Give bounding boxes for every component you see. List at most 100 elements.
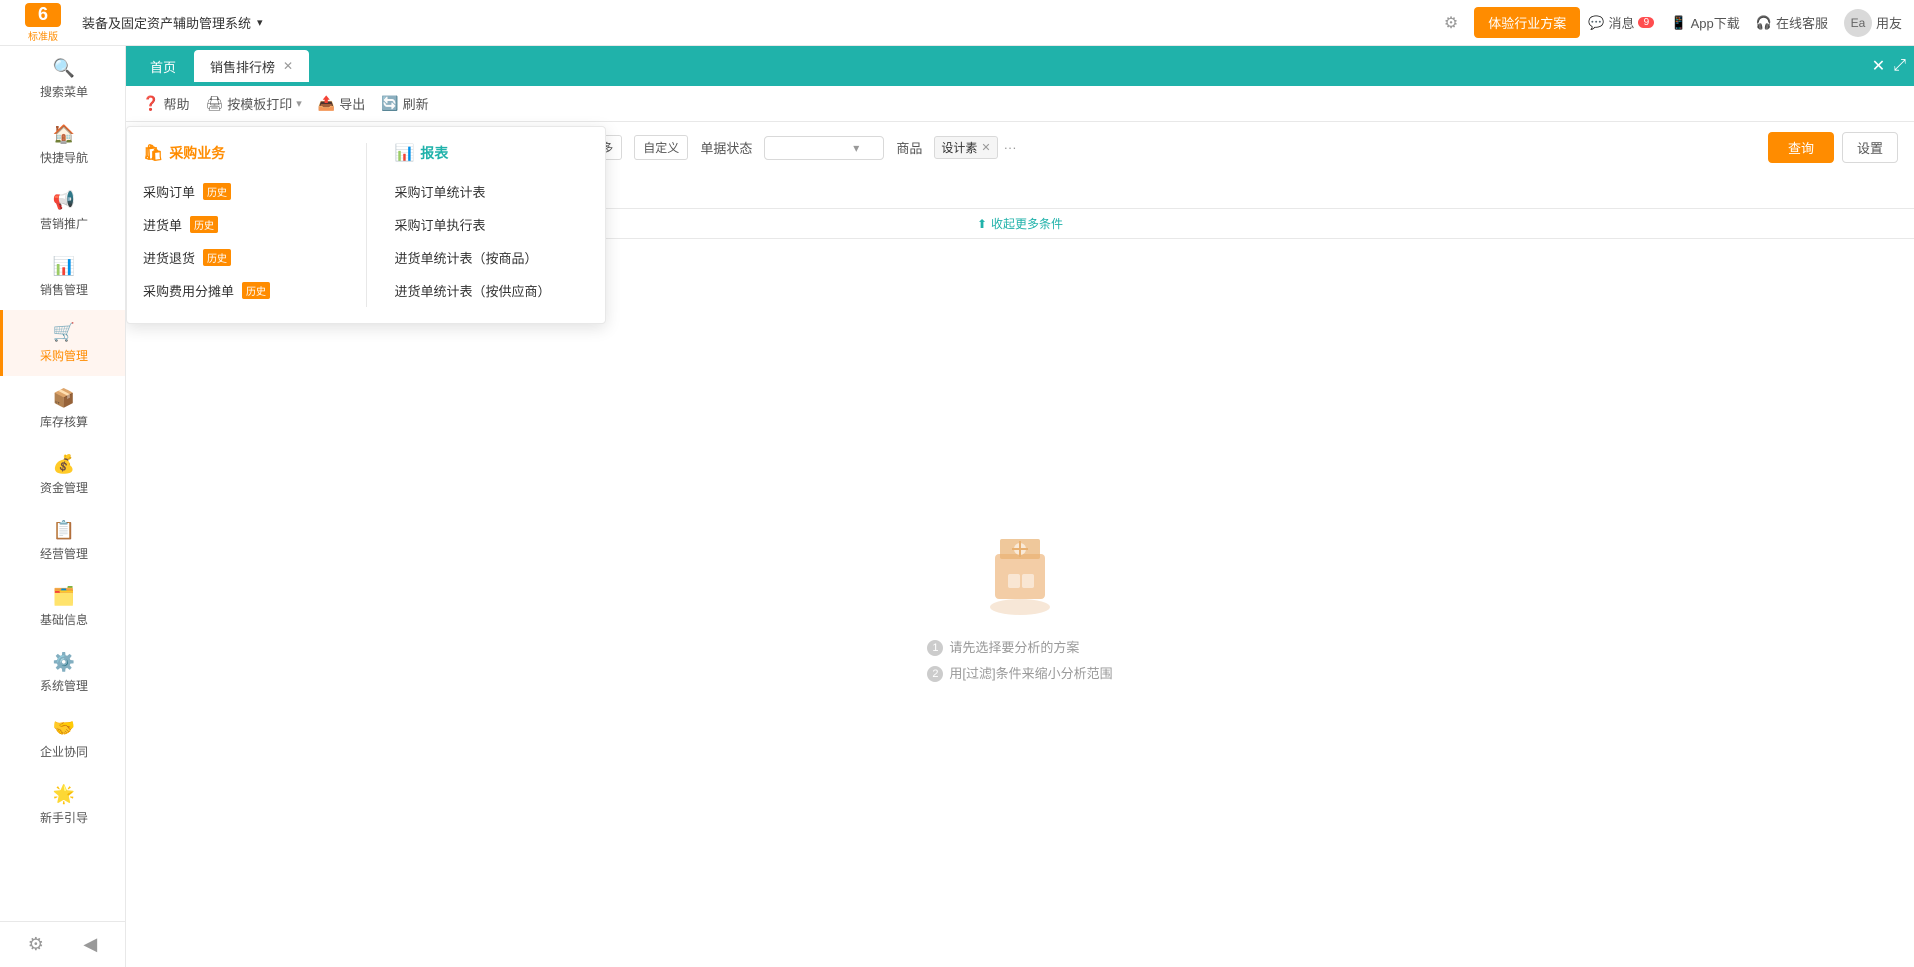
export-btn[interactable]: 📤 导出 [318, 94, 365, 113]
preset-custom-btn[interactable]: 自定义 [634, 135, 688, 160]
tab-sales-rank[interactable]: 销售排行榜 ✕ [194, 50, 309, 82]
logo-subtext: 标准版 [28, 28, 58, 43]
tab-close-window-icon[interactable]: ✕ [1872, 56, 1885, 76]
refresh-icon: 🔄 [381, 95, 398, 112]
app-download-btn[interactable]: 📱 App下载 [1670, 13, 1739, 32]
sidebar-item-nav[interactable]: 🏠 快捷导航 [0, 112, 125, 178]
goods-field: 设计素 ✕ ··· [934, 136, 1016, 159]
inbound-order-item[interactable]: 进货单 历史 [143, 208, 338, 241]
print-btn[interactable]: 🖨 按模板打印 ▾ [205, 94, 301, 113]
purchase-dropdown-menu: 🛍 采购业务 采购订单 历史 进货单 历史 进货退货 历史 [126, 126, 606, 324]
tabbar: 首页 销售排行榜 ✕ ✕ ⤢ [126, 46, 1914, 86]
inbound-stats-supplier-item[interactable]: 进货单统计表（按供应商） [395, 274, 590, 307]
purchase-business-col: 🛍 采购业务 采购订单 历史 进货单 历史 进货退货 历史 [143, 143, 338, 307]
goods-label: 商品 [896, 138, 922, 157]
sidebar-item-coop[interactable]: 🤝 企业协同 [0, 706, 125, 772]
purchase-order-exec-item[interactable]: 采购订单执行表 [395, 208, 590, 241]
folder-icon: 🗂️ [53, 586, 75, 607]
divider [366, 143, 367, 307]
search-icon: 🔍 [53, 58, 75, 79]
handshake-icon: 🤝 [53, 718, 75, 739]
goods-more-icon[interactable]: ··· [1004, 140, 1017, 155]
sidebar-item-inventory[interactable]: 📦 库存核算 [0, 376, 125, 442]
clipboard-icon: 📋 [53, 520, 75, 541]
empty-illustration [970, 519, 1070, 619]
logo: 6 标准版 [12, 3, 74, 43]
report-title: 📊 报表 [395, 143, 590, 163]
setting-btn[interactable]: 设置 [1842, 132, 1898, 163]
inbound-stats-goods-item[interactable]: 进货单统计表（按商品） [395, 241, 590, 274]
purchase-order-stats-item[interactable]: 采购订单统计表 [395, 175, 590, 208]
tab-home[interactable]: 首页 [134, 50, 192, 82]
sidebar-item-finance[interactable]: 💰 资金管理 [0, 442, 125, 508]
user-menu[interactable]: Ea 用友 [1844, 9, 1902, 37]
headset-icon: 🎧 [1756, 15, 1772, 31]
tip-num-2: 2 [927, 666, 943, 682]
content-wrapper: 🛍 采购业务 采购订单 历史 进货单 历史 进货退货 历史 [126, 86, 1914, 967]
topbar-right: 💬 消息 9 📱 App下载 🎧 在线客服 Ea 用友 [1588, 9, 1902, 37]
industry-btn[interactable]: 体验行业方案 [1474, 7, 1580, 38]
message-badge: 9 [1638, 17, 1654, 28]
content-area: 首页 销售排行榜 ✕ ✕ ⤢ 🛍 采购业务 采购 [126, 46, 1914, 967]
history-badge-2: 历史 [190, 216, 218, 233]
inbound-return-item[interactable]: 进货退货 历史 [143, 241, 338, 274]
collapse-up-icon: ⬆ [977, 217, 987, 231]
tab-close-icon[interactable]: ✕ [283, 59, 293, 73]
box-icon: 📦 [53, 388, 75, 409]
logo-icon: 6 [25, 3, 61, 27]
message-btn[interactable]: 💬 消息 9 [1588, 13, 1654, 32]
print-icon: 🖨 [205, 95, 223, 112]
sidebar-item-system[interactable]: ⚙️ 系统管理 [0, 640, 125, 706]
topbar: 6 标准版 装备及固定资产辅助管理系统 ▾ ⚙ 体验行业方案 💬 消息 9 📱 … [0, 0, 1914, 46]
sidebar-settings-icon[interactable]: ⚙ [28, 934, 44, 955]
report-icon: 📊 [395, 143, 415, 163]
phone-icon: 📱 [1670, 15, 1686, 31]
online-service-btn[interactable]: 🎧 在线客服 [1756, 13, 1828, 32]
history-badge-1: 历史 [203, 183, 231, 200]
sidebar-item-guide[interactable]: 🌟 新手引导 [0, 772, 125, 838]
sidebar-item-purchase[interactable]: 🛒 采购管理 [0, 310, 125, 376]
sidebar-collapse-icon[interactable]: ◀ [83, 934, 97, 955]
gear-icon: ⚙️ [53, 652, 75, 673]
empty-state: 1 请先选择要分析的方案 2 用[过滤]条件来缩小分析范围 [126, 239, 1914, 967]
refresh-btn[interactable]: 🔄 刷新 [381, 94, 428, 113]
sidebar-bottom: ⚙ ◀ [0, 921, 125, 967]
report-col: 📊 报表 采购订单统计表 采购订单执行表 进货单统计表（按商品） 进货单统计表（… [395, 143, 590, 307]
export-icon: 📤 [318, 95, 335, 112]
shopping-bag-icon: 🛍 [143, 143, 163, 163]
main-layout: 🔍 搜索菜单 🏠 快捷导航 📢 营销推广 📊 销售管理 🛒 采购管理 📦 库存核… [0, 46, 1914, 967]
purchase-order-item[interactable]: 采购订单 历史 [143, 175, 338, 208]
purchase-business-title: 🛍 采购业务 [143, 143, 338, 163]
doc-status-select[interactable]: ▾ [764, 136, 884, 160]
home-icon: 🏠 [53, 124, 75, 145]
empty-tips: 1 请先选择要分析的方案 2 用[过滤]条件来缩小分析范围 [927, 635, 1112, 687]
select-arrow-icon: ▾ [853, 141, 859, 155]
dropdown-arrow-icon[interactable]: ▾ [257, 16, 263, 29]
chart-icon: 📊 [53, 256, 75, 277]
sidebar-item-search[interactable]: 🔍 搜索菜单 [0, 46, 125, 112]
goods-tag: 设计素 ✕ [934, 136, 997, 159]
doc-status-label: 单据状态 [700, 138, 752, 157]
history-badge-3: 历史 [203, 249, 231, 266]
tip-num-1: 1 [927, 640, 943, 656]
sidebar-item-sales[interactable]: 📊 销售管理 [0, 244, 125, 310]
purchase-expense-item[interactable]: 采购费用分摊单 历史 [143, 274, 338, 307]
print-dropdown-icon[interactable]: ▾ [296, 97, 302, 110]
help-btn[interactable]: ❓ 帮助 [142, 94, 189, 113]
sidebar-item-operations[interactable]: 📋 经营管理 [0, 508, 125, 574]
empty-icon [970, 519, 1070, 619]
goods-tag-remove-icon[interactable]: ✕ [981, 141, 990, 154]
sidebar-item-basic[interactable]: 🗂️ 基础信息 [0, 574, 125, 640]
tabbar-right: ✕ ⤢ [1872, 56, 1906, 76]
sidebar-item-marketing[interactable]: 📢 营销推广 [0, 178, 125, 244]
empty-tip-1: 1 请先选择要分析的方案 [927, 635, 1112, 661]
query-btn[interactable]: 查询 [1768, 132, 1834, 163]
toolbar: ❓ 帮助 🖨 按模板打印 ▾ 📤 导出 🔄 刷新 [126, 86, 1914, 122]
filter-actions: 查询 设置 [1768, 132, 1898, 163]
tab-fullscreen-icon[interactable]: ⤢ [1893, 57, 1906, 75]
settings-gear-icon[interactable]: ⚙ [1444, 13, 1458, 33]
question-icon: ❓ [142, 95, 159, 112]
sidebar: 🔍 搜索菜单 🏠 快捷导航 📢 营销推广 📊 销售管理 🛒 采购管理 📦 库存核… [0, 46, 126, 967]
empty-tip-2: 2 用[过滤]条件来缩小分析范围 [927, 661, 1112, 687]
cart-icon: 🛒 [53, 322, 75, 343]
